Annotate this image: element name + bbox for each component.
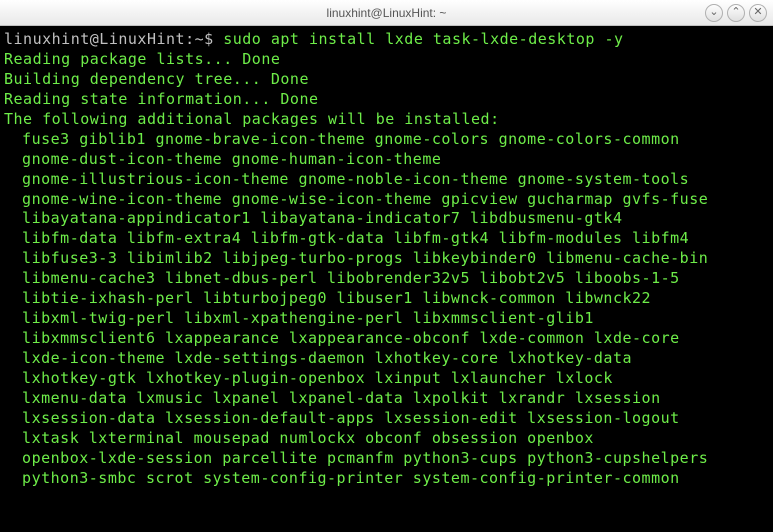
package-line: gnome-dust-icon-theme gnome-human-icon-t… [4,150,769,170]
window-controls: ⌄ ⌃ ✕ [705,4,767,22]
package-line: libfm-data libfm-extra4 libfm-gtk-data l… [4,229,769,249]
titlebar: linuxhint@LinuxHint: ~ ⌄ ⌃ ✕ [0,0,773,26]
package-line: lxhotkey-gtk lxhotkey-plugin-openbox lxi… [4,369,769,389]
package-line: libtie-ixhash-perl libturbojpeg0 libuser… [4,289,769,309]
package-line: lxde-icon-theme lxde-settings-daemon lxh… [4,349,769,369]
output-line: Reading package lists... Done [4,50,769,70]
prompt-symbol: $ [204,30,223,48]
package-line: lxtask lxterminal mousepad numlockx obco… [4,429,769,449]
close-button[interactable]: ✕ [749,4,767,22]
package-line: libmenu-cache3 libnet-dbus-perl libobren… [4,269,769,289]
output-line: The following additional packages will b… [4,110,769,130]
prompt-user-host: linuxhint@LinuxHint [4,30,185,48]
package-line: lxmenu-data lxmusic lxpanel lxpanel-data… [4,389,769,409]
package-line: python3-smbc scrot system-config-printer… [4,469,769,489]
command-text: sudo apt install lxde task-lxde-desktop … [223,30,623,48]
terminal-area[interactable]: linuxhint@LinuxHint:~$ sudo apt install … [0,26,773,532]
prompt-colon: : [185,30,195,48]
terminal-window: linuxhint@LinuxHint: ~ ⌄ ⌃ ✕ linuxhint@L… [0,0,773,532]
package-line: libxmmsclient6 lxappearance lxappearance… [4,329,769,349]
prompt-line: linuxhint@LinuxHint:~$ sudo apt install … [4,30,769,50]
output-line: Building dependency tree... Done [4,70,769,90]
maximize-button[interactable]: ⌃ [727,4,745,22]
package-line: gnome-wine-icon-theme gnome-wise-icon-th… [4,190,769,210]
package-line: libayatana-appindicator1 libayatana-indi… [4,209,769,229]
package-line: fuse3 giblib1 gnome-brave-icon-theme gno… [4,130,769,150]
package-line: lxsession-data lxsession-default-apps lx… [4,409,769,429]
package-line: gnome-illustrious-icon-theme gnome-noble… [4,170,769,190]
package-line: libxml-twig-perl libxml-xpathengine-perl… [4,309,769,329]
prompt-path: ~ [195,30,205,48]
package-line: libfuse3-3 libimlib2 libjpeg-turbo-progs… [4,249,769,269]
window-title: linuxhint@LinuxHint: ~ [327,6,447,20]
minimize-button[interactable]: ⌄ [705,4,723,22]
output-line: Reading state information... Done [4,90,769,110]
package-line: openbox-lxde-session parcellite pcmanfm … [4,449,769,469]
